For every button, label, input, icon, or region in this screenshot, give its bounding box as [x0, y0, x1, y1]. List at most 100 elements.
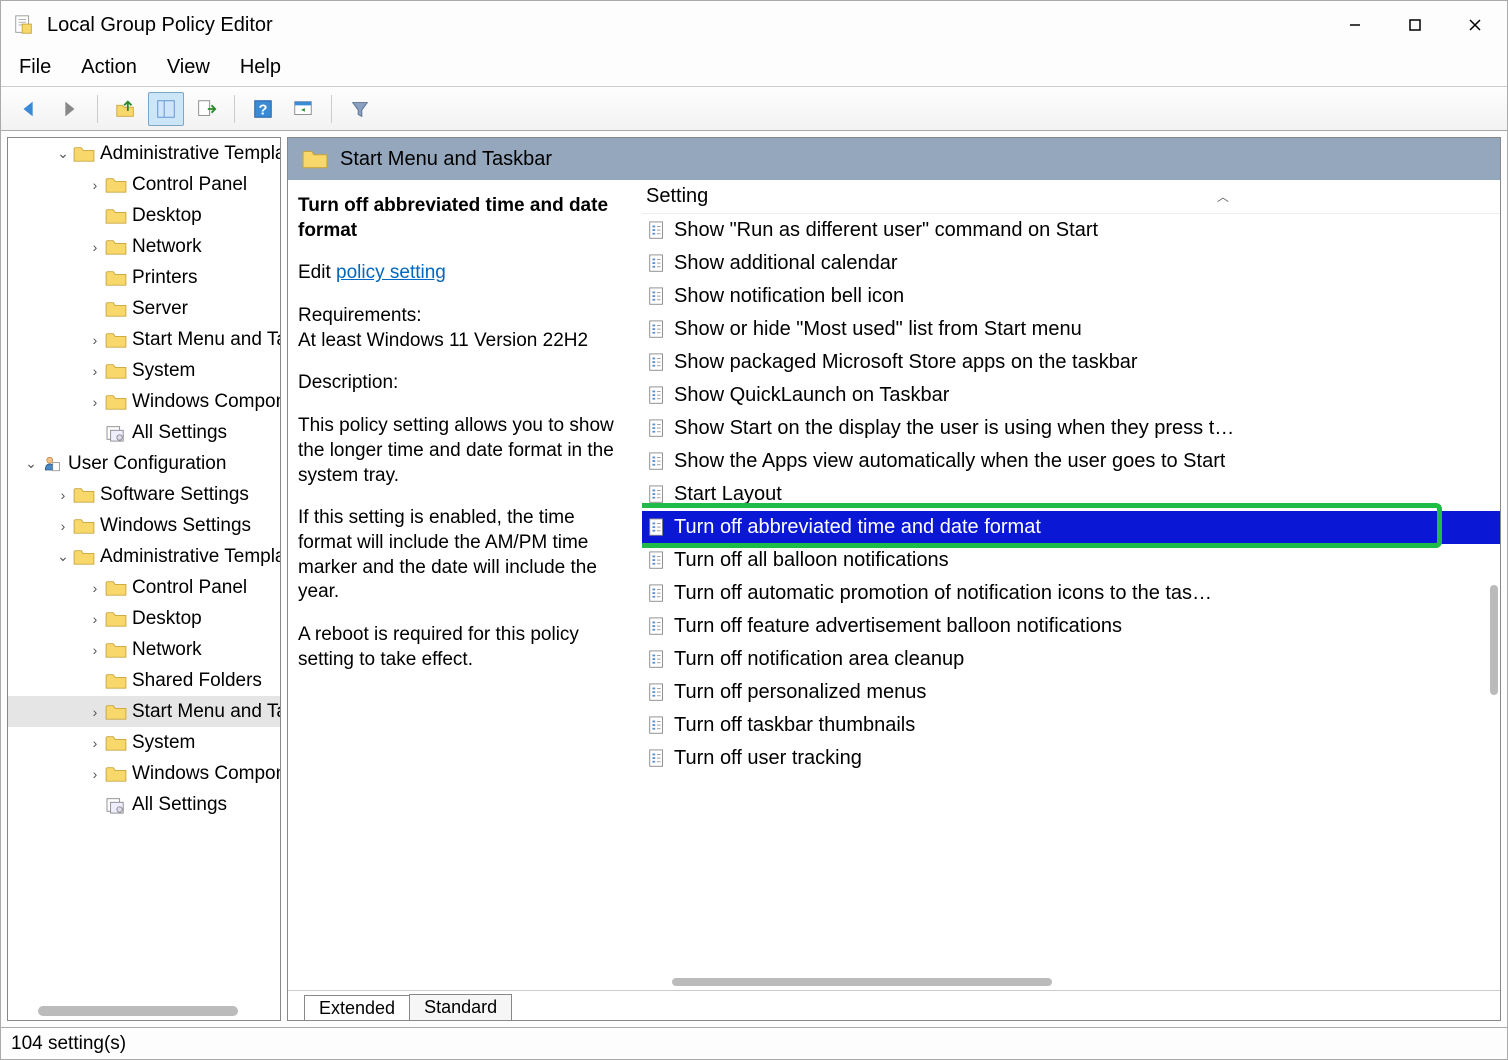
tree-horizontal-scrollbar[interactable] [38, 1006, 238, 1016]
setting-label: Turn off user tracking [674, 747, 862, 770]
main-content: ⌄ Administrative Templates ›Control Panel D… [1, 131, 1507, 1027]
policy-setting-icon [646, 649, 668, 671]
tree-item[interactable]: ›System [8, 727, 280, 758]
tree-item[interactable]: ›Network [8, 231, 280, 262]
tree-item[interactable]: ⌄ Administrative Templates [8, 541, 280, 572]
tree-item[interactable]: Shared Folders [8, 665, 280, 696]
setting-label: Turn off abbreviated time and date forma… [674, 516, 1041, 539]
setting-row[interactable]: Show or hide "Most used" list from Start… [642, 313, 1500, 346]
expander-closed-icon[interactable]: › [86, 239, 104, 255]
tree-item[interactable]: Server [8, 293, 280, 324]
export-list-button[interactable] [188, 92, 224, 126]
expander-closed-icon[interactable]: › [54, 518, 72, 534]
setting-row[interactable]: Show additional calendar [642, 247, 1500, 280]
expander-closed-icon[interactable]: › [86, 580, 104, 596]
tree-item[interactable]: ›Software Settings [8, 479, 280, 510]
right-vertical-scrollbar[interactable] [1490, 585, 1498, 695]
filter-button[interactable] [342, 92, 378, 126]
expander-closed-icon[interactable]: › [54, 487, 72, 503]
setting-row[interactable]: Show notification bell icon [642, 280, 1500, 313]
edit-policy-setting-link[interactable]: policy setting [336, 262, 446, 283]
setting-row[interactable]: Turn off feature advertisement balloon n… [642, 610, 1500, 643]
minimize-button[interactable] [1325, 1, 1385, 49]
tree-item[interactable]: Desktop [8, 200, 280, 231]
setting-row[interactable]: Start Layout [642, 478, 1500, 511]
policy-setting-icon [646, 451, 668, 473]
tree-item[interactable]: All Settings [8, 789, 280, 820]
menu-view[interactable]: View [165, 52, 212, 83]
tree-item[interactable]: ⌄User Configuration [8, 448, 280, 479]
expander-closed-icon[interactable]: › [86, 363, 104, 379]
selected-policy-title: Turn off abbreviated time and date forma… [298, 194, 630, 243]
settings-horizontal-scrollbar[interactable] [672, 978, 1052, 986]
setting-row[interactable]: Turn off all balloon notifications [642, 544, 1500, 577]
close-button[interactable] [1445, 1, 1505, 49]
setting-row[interactable]: Turn off personalized menus [642, 676, 1500, 709]
expander-open-icon[interactable]: ⌄ [54, 548, 72, 565]
setting-row[interactable]: Show QuickLaunch on Taskbar [642, 379, 1500, 412]
tab-extended[interactable]: Extended [304, 995, 410, 1021]
forward-button[interactable] [51, 92, 87, 126]
tree-item-label: Windows Settings [100, 515, 251, 537]
folder-icon [104, 206, 128, 226]
tree-item-label: Printers [132, 267, 197, 289]
folder-up-button[interactable] [108, 92, 144, 126]
action-pane-button[interactable] [285, 92, 321, 126]
expander-closed-icon[interactable]: › [86, 394, 104, 410]
setting-row[interactable]: Show Start on the display the user is us… [642, 412, 1500, 445]
setting-row[interactable]: Turn off user tracking [642, 742, 1500, 775]
tree-item[interactable]: › Windows Settings [8, 510, 280, 541]
setting-label: Show packaged Microsoft Store apps on th… [674, 351, 1138, 374]
tree-item[interactable]: ›Start Menu and Taskbar [8, 696, 280, 727]
menu-help[interactable]: Help [238, 52, 283, 83]
folder-icon [104, 733, 128, 753]
folder-icon [104, 175, 128, 195]
menu-action[interactable]: Action [79, 52, 139, 83]
expander-open-icon[interactable]: ⌄ [22, 455, 40, 472]
setting-row[interactable]: Show "Run as different user" command on … [642, 214, 1500, 247]
expander-open-icon[interactable]: ⌄ [54, 145, 72, 162]
setting-label: Show QuickLaunch on Taskbar [674, 384, 949, 407]
all-settings-icon [104, 795, 128, 815]
folder-icon [104, 764, 128, 784]
expander-closed-icon[interactable]: › [86, 611, 104, 627]
maximize-button[interactable] [1385, 1, 1445, 49]
settings-column-header[interactable]: Setting ︿ [642, 180, 1500, 214]
expander-closed-icon[interactable]: › [86, 332, 104, 348]
tree-item[interactable]: ›Network [8, 634, 280, 665]
tree-item[interactable]: ›Control Panel [8, 169, 280, 200]
tree-item[interactable]: ›Control Panel [8, 572, 280, 603]
tree-item[interactable]: ⌄Administrative Templates [8, 138, 280, 169]
show-hide-tree-button[interactable] [148, 92, 184, 126]
tree-item[interactable]: All Settings [8, 417, 280, 448]
setting-row[interactable]: Turn off abbreviated time and date forma… [642, 511, 1500, 544]
setting-row[interactable]: Turn off taskbar thumbnails [642, 709, 1500, 742]
help-button[interactable] [245, 92, 281, 126]
policy-setting-icon [646, 484, 668, 506]
policy-setting-icon [646, 550, 668, 572]
expander-closed-icon[interactable]: › [86, 642, 104, 658]
tree-item[interactable]: › System [8, 355, 280, 386]
tree-item[interactable]: ›Windows Components [8, 758, 280, 789]
expander-closed-icon[interactable]: › [86, 735, 104, 751]
expander-closed-icon[interactable]: › [86, 766, 104, 782]
expander-closed-icon[interactable]: › [86, 177, 104, 193]
setting-row[interactable]: Show packaged Microsoft Store apps on th… [642, 346, 1500, 379]
menu-file[interactable]: File [17, 52, 53, 83]
tree-item[interactable]: › Windows Components [8, 386, 280, 417]
tree-item-label: System [132, 360, 195, 382]
tree-item[interactable]: ›Start Menu and Taskbar [8, 324, 280, 355]
tree-item[interactable]: › Desktop [8, 603, 280, 634]
tree-item[interactable]: Printers [8, 262, 280, 293]
setting-row[interactable]: Turn off notification area cleanup [642, 643, 1500, 676]
setting-row[interactable]: Turn off automatic promotion of notifica… [642, 577, 1500, 610]
tree-item-label: Administrative Templates [100, 546, 280, 568]
policy-setting-icon [646, 286, 668, 308]
expander-closed-icon[interactable]: › [86, 704, 104, 720]
tree-item-label: Desktop [132, 205, 202, 227]
tree-item-label: Desktop [132, 608, 202, 630]
tab-standard[interactable]: Standard [409, 994, 512, 1020]
back-button[interactable] [11, 92, 47, 126]
setting-row[interactable]: Show the Apps view automatically when th… [642, 445, 1500, 478]
tree-item-label: Windows Components [132, 391, 280, 413]
